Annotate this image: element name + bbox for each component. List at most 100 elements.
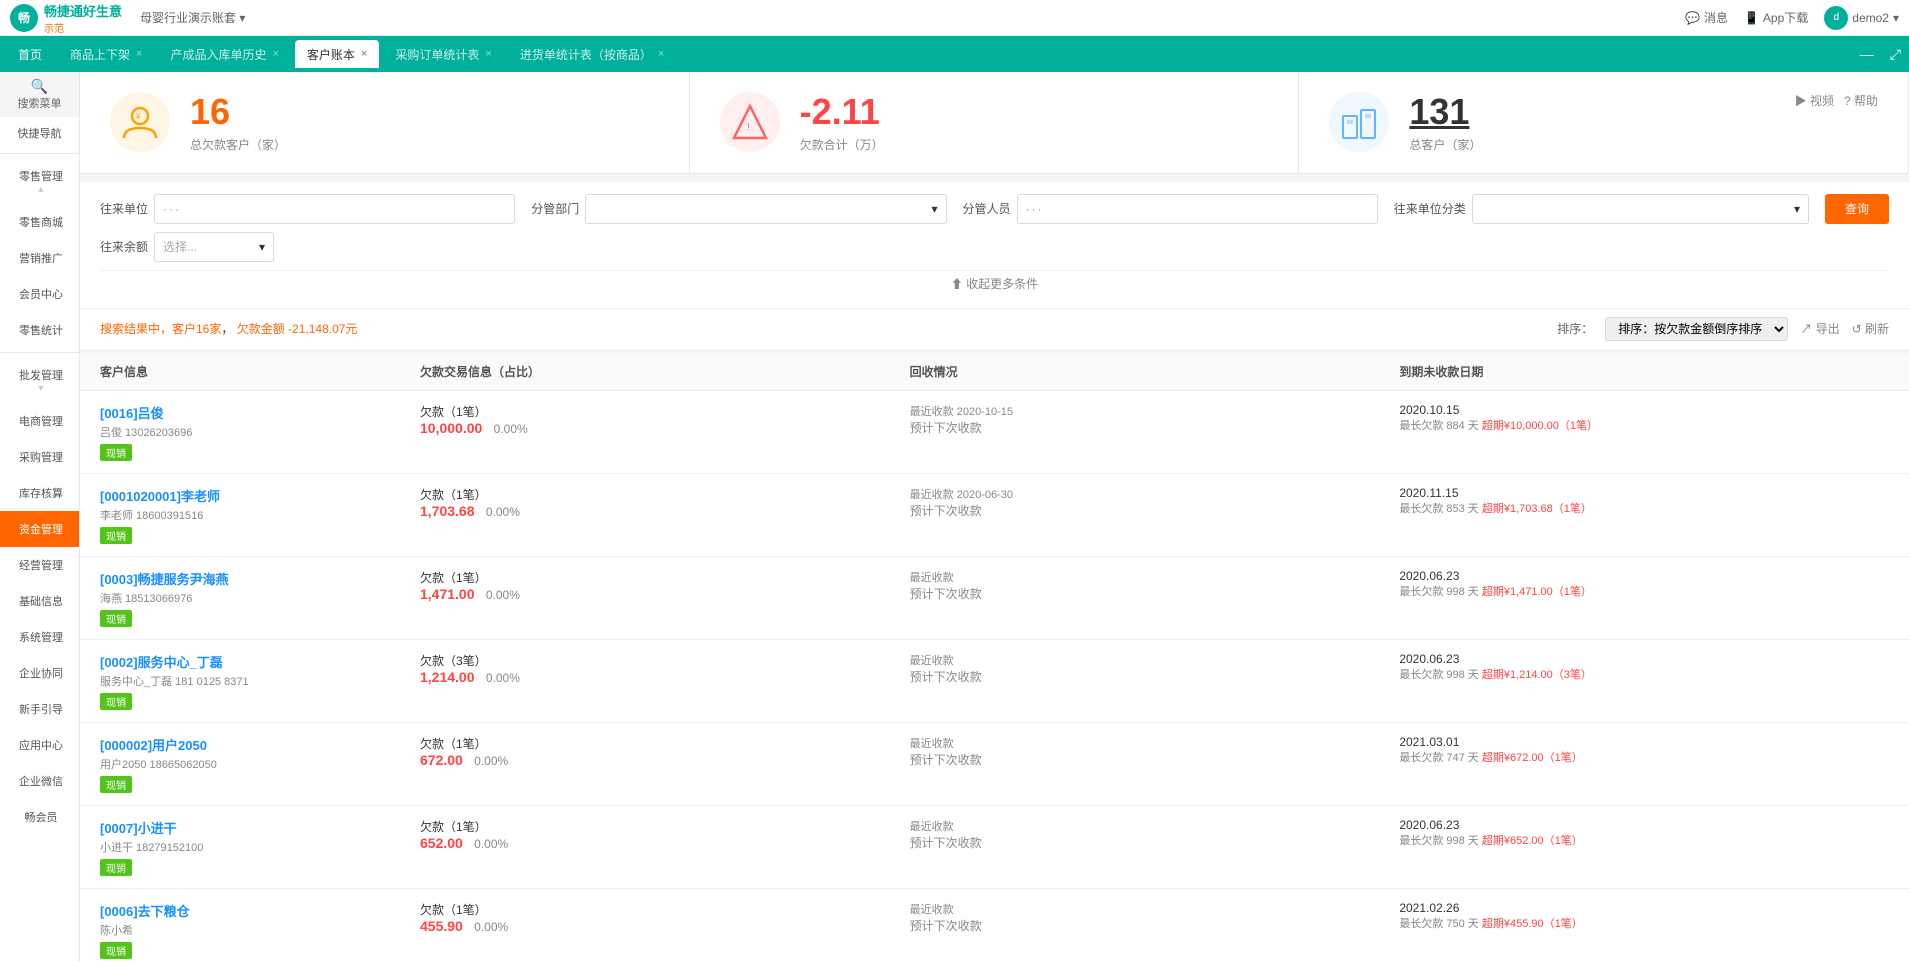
table-row: [0016]吕俊 吕俊 13026203696 现销 欠款（1笔） 10,000… — [80, 391, 1909, 474]
customer-info-1: [0001020001]李老师 李老师 18600391516 现销 — [100, 486, 420, 544]
filter-person: 分管人员 ··· — [963, 194, 1378, 224]
overdue-link-5[interactable]: 超期¥652.00（1笔） — [1482, 835, 1583, 847]
sidebar-item-member[interactable]: 会员中心 — [0, 276, 79, 312]
tab-close-customer[interactable]: × — [361, 48, 367, 60]
tab-inbound-stats[interactable]: 进货单统计表（按商品） × — [508, 40, 676, 68]
export-btn[interactable]: ↗ 导出 — [1800, 320, 1839, 337]
customer-contact-2: 海燕 18513066976 — [100, 590, 420, 606]
sidebar-item-retail-mgmt[interactable]: 零售管理 ▲ — [0, 158, 79, 204]
user-menu[interactable]: d demo2 ▾ — [1824, 6, 1899, 30]
overdue-link-6[interactable]: 超期¥455.90（1笔） — [1482, 918, 1583, 930]
customer-contact-0: 吕俊 13026203696 — [100, 424, 420, 440]
stat-card-debt-total: ! -2.11 欠款合计（万） — [690, 72, 1300, 173]
export-icon: ↗ — [1800, 322, 1812, 336]
tab-close-inbound[interactable]: × — [658, 48, 664, 60]
message-btn[interactable]: 💬 消息 — [1685, 9, 1728, 26]
customer-tag-3: 现销 — [100, 693, 132, 710]
help-btn[interactable]: ? 帮助 — [1844, 92, 1878, 109]
sidebar-item-enterprise-collab[interactable]: 企业协同 — [0, 655, 79, 691]
sidebar-item-newbie[interactable]: 新手引导 — [0, 691, 79, 727]
customer-info-6: [0006]去下粮仓 陈小希 现销 — [100, 901, 420, 959]
tab-purchase-order[interactable]: 采购订单统计表 × — [383, 40, 503, 68]
collect-info-3: 最近收款 预计下次收款 — [910, 652, 1400, 685]
unit-class-label: 往来单位分类 — [1394, 200, 1466, 217]
logo-area: 畅 畅捷通好生意 示范 — [10, 1, 130, 35]
due-info-2: 2020.06.23 最长欠款 998 天 超期¥1,471.00（1笔） — [1399, 569, 1889, 599]
sidebar: 🔍 搜索菜单 快捷导航 零售管理 ▲ 零售商城 营销推广 会员中心 零售统计 批… — [0, 72, 80, 961]
customer-name-5[interactable]: [0007]小进干 — [100, 818, 420, 837]
tab-home[interactable]: 首页 — [6, 40, 54, 68]
sidebar-item-retail-stats[interactable]: 零售统计 — [0, 312, 79, 348]
from-unit-input[interactable]: ··· — [154, 194, 515, 224]
sidebar-search[interactable]: 🔍 搜索菜单 — [0, 72, 79, 117]
filter-unit-class: 往来单位分类 ▾ — [1394, 194, 1809, 224]
overdue-link-2[interactable]: 超期¥1,471.00（1笔） — [1482, 586, 1592, 598]
logo-icon: 畅 — [10, 4, 38, 32]
filter-area: 往来单位 ··· 分管部门 ▾ 分管人员 ··· — [80, 182, 1909, 308]
sidebar-divider2 — [0, 352, 79, 353]
tab-maximize-btn[interactable]: ⤢ — [1886, 46, 1905, 63]
customer-info-3: [0002]服务中心_丁磊 服务中心_丁磊 181 0125 8371 现销 — [100, 652, 420, 710]
search-btn[interactable]: 查询 — [1825, 194, 1889, 224]
sidebar-item-retail-store[interactable]: 零售商城 — [0, 204, 79, 240]
tab-produce-inbound[interactable]: 产成品入库单历史 × — [158, 40, 290, 68]
customer-name-4[interactable]: [000002]用户2050 — [100, 735, 420, 754]
sidebar-item-vip[interactable]: 畅会员 — [0, 799, 79, 835]
sidebar-item-business[interactable]: 经营管理 — [0, 547, 79, 583]
customer-name-2[interactable]: [0003]畅捷服务尹海燕 — [100, 569, 420, 588]
tab-minimize-btn[interactable]: — — [1856, 46, 1878, 62]
sidebar-item-enterprise-wechat[interactable]: 企业微信 — [0, 763, 79, 799]
sidebar-item-marketing[interactable]: 营销推广 — [0, 240, 79, 276]
sidebar-item-inventory[interactable]: 库存核算 — [0, 475, 79, 511]
dept-select[interactable]: ▾ — [585, 194, 946, 224]
col-header-debt: 欠款交易信息（占比） — [420, 363, 910, 380]
customer-name-1[interactable]: [0001020001]李老师 — [100, 486, 420, 505]
customer-info-2: [0003]畅捷服务尹海燕 海燕 18513066976 现销 — [100, 569, 420, 627]
sidebar-item-system[interactable]: 系统管理 — [0, 619, 79, 655]
unit-class-select[interactable]: ▾ — [1472, 194, 1809, 224]
collect-info-0: 最近收款 2020-10-15 预计下次收款 — [910, 403, 1400, 436]
overdue-link-1[interactable]: 超期¥1,703.68（1笔） — [1482, 503, 1592, 515]
sidebar-item-ecommerce[interactable]: 电商管理 — [0, 403, 79, 439]
stat-total-customers-number: 131 — [1409, 92, 1481, 132]
video-btn[interactable]: ▶ 视频 — [1795, 92, 1834, 109]
filter-from-unit: 往来单位 ··· — [100, 194, 515, 224]
sidebar-item-batch-mgmt[interactable]: 批发管理 ▼ — [0, 357, 79, 403]
customer-name-3[interactable]: [0002]服务中心_丁磊 — [100, 652, 420, 671]
tab-product-offshelf[interactable]: 商品上下架 × — [58, 40, 154, 68]
due-info-1: 2020.11.15 最长欠款 853 天 超期¥1,703.68（1笔） — [1399, 486, 1889, 516]
tab-close-product[interactable]: × — [136, 48, 142, 60]
tab-close-purchase[interactable]: × — [485, 48, 491, 60]
sidebar-quick-nav[interactable]: 快捷导航 — [0, 117, 79, 149]
person-input[interactable]: ··· — [1017, 194, 1378, 224]
app-download-btn[interactable]: 📱 App下载 — [1744, 9, 1808, 26]
customer-name-6[interactable]: [0006]去下粮仓 — [100, 901, 420, 920]
customer-contact-3: 服务中心_丁磊 181 0125 8371 — [100, 673, 420, 689]
customer-tag-4: 现销 — [100, 776, 132, 793]
tab-close-produce[interactable]: × — [272, 48, 278, 60]
debt-info-0: 欠款（1笔） 10,000.00 0.00% — [420, 403, 910, 436]
tab-customer-account[interactable]: 客户账本 × — [295, 40, 379, 68]
refresh-btn[interactable]: ↺ 刷新 — [1852, 320, 1889, 337]
remaining-select[interactable]: 选择... ▾ — [154, 232, 274, 262]
collapse-btn[interactable]: ⬆ 收起更多条件 — [100, 270, 1889, 296]
top-bar: 畅 畅捷通好生意 示范 母婴行业演示账套 ▾ 💬 消息 📱 App下载 d de… — [0, 0, 1909, 36]
stat-icon-customers: ¥ — [110, 92, 170, 152]
message-icon: 💬 — [1685, 11, 1700, 25]
stat-card-total-customers: 131 总客户（家） ▶ 视频 ? 帮助 — [1299, 72, 1909, 173]
store-selector[interactable]: 母婴行业演示账套 ▾ — [140, 9, 245, 26]
sidebar-item-finance[interactable]: 资金管理 — [0, 511, 79, 547]
collect-info-4: 最近收款 预计下次收款 — [910, 735, 1400, 768]
sidebar-item-basic[interactable]: 基础信息 — [0, 583, 79, 619]
customer-name-0[interactable]: [0016]吕俊 — [100, 403, 420, 422]
tab-bar-end: — ⤢ — [1856, 46, 1905, 63]
debt-info-5: 欠款（1笔） 652.00 0.00% — [420, 818, 910, 851]
overdue-link-0[interactable]: 超期¥10,000.00（1笔） — [1482, 420, 1598, 432]
svg-text:!: ! — [747, 122, 750, 133]
sidebar-item-purchase[interactable]: 采购管理 — [0, 439, 79, 475]
sidebar-item-app-center[interactable]: 应用中心 — [0, 727, 79, 763]
sort-select[interactable]: 排序：按欠款金额倒序排序 — [1605, 317, 1788, 341]
overdue-link-4[interactable]: 超期¥672.00（1笔） — [1482, 752, 1583, 764]
svg-text:¥: ¥ — [135, 112, 141, 121]
overdue-link-3[interactable]: 超期¥1,214.00（3笔） — [1482, 669, 1592, 681]
